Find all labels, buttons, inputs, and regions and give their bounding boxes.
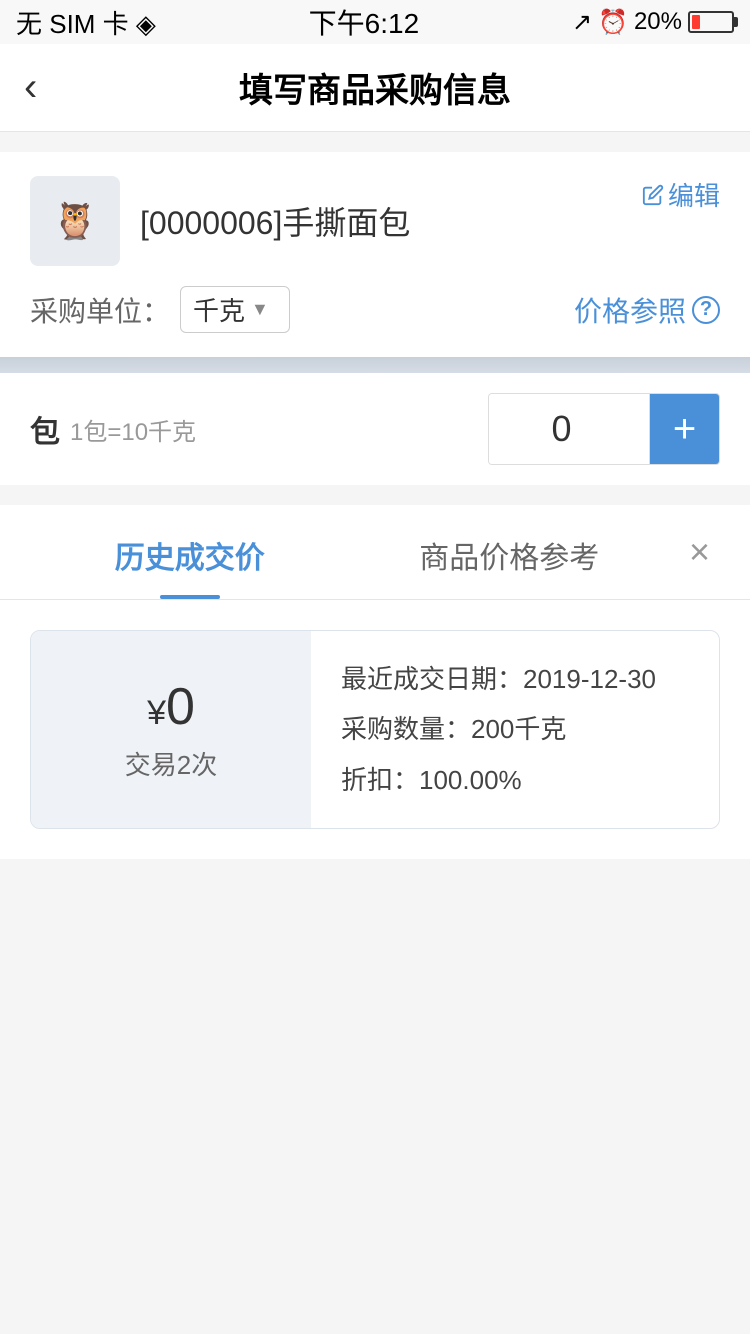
tab-header: 历史成交价 商品价格参考 × — [0, 505, 750, 600]
alarm-icon: ⏰ — [598, 8, 628, 37]
product-info-left: 🦉 [0000006]手撕面包 — [30, 176, 410, 266]
edit-icon — [642, 184, 664, 206]
price-ref-info-icon: ? — [692, 296, 720, 324]
purchase-qty-value: 200千克 — [471, 714, 566, 744]
unit-select[interactable]: 千克 ▼ — [180, 286, 290, 333]
edit-label: 编辑 — [668, 176, 720, 213]
deal-count: 交易2次 — [125, 745, 217, 782]
battery-icon — [688, 11, 734, 33]
deal-qty-row: 采购数量：200千克 — [341, 711, 689, 747]
product-card: 🦉 [0000006]手撕面包 编辑 采购单位： 千克 ▼ 价格参照 ? — [0, 152, 750, 357]
quantity-row: 包 1包=10千克 + — [0, 373, 750, 485]
price-ref-button[interactable]: 价格参照 ? — [574, 290, 720, 330]
plus-icon: + — [673, 407, 696, 452]
tab-price-reference[interactable]: 商品价格参考 — [349, 505, 668, 599]
unit-label: 采购单位： — [30, 290, 170, 330]
location-icon: ↗ — [572, 8, 592, 37]
currency-symbol: ¥ — [147, 694, 166, 732]
qty-input-wrap: + — [488, 393, 720, 465]
deal-card: ¥0 交易2次 最近成交日期：2019-12-30 采购数量：200千克 折扣：… — [30, 630, 720, 829]
unit-value: 千克 — [193, 291, 245, 328]
price-ref-label: 价格参照 — [574, 290, 686, 330]
qty-unit-note: 1包=10千克 — [70, 412, 488, 447]
close-icon: × — [689, 531, 710, 572]
dropdown-arrow-icon: ▼ — [251, 299, 269, 320]
deal-detail-section: 最近成交日期：2019-12-30 采购数量：200千克 折扣：100.00% — [311, 631, 719, 828]
deal-price-value: ¥0 — [147, 677, 195, 737]
recent-date-label: 最近成交日期： — [341, 664, 523, 694]
discount-value: 100.00% — [419, 765, 522, 795]
page-background — [0, 859, 750, 1259]
qty-unit-label: 包 — [30, 407, 60, 451]
qty-plus-button[interactable]: + — [649, 394, 719, 464]
product-icon-glyph: 🦉 — [53, 200, 98, 242]
history-content: ¥0 交易2次 最近成交日期：2019-12-30 采购数量：200千克 折扣：… — [0, 600, 750, 859]
status-time: 下午6:12 — [309, 2, 420, 42]
page-title: 填写商品采购信息 — [239, 63, 511, 112]
status-right: ↗ ⏰ 20% — [572, 8, 734, 37]
signal-text: 无 SIM 卡 ◈ — [16, 4, 156, 41]
tab-panel: 历史成交价 商品价格参考 × ¥0 交易2次 最近成交日期：2019-12-30… — [0, 505, 750, 859]
back-button[interactable]: ‹ — [24, 65, 37, 110]
price-number: 0 — [166, 678, 195, 736]
product-thumbnail: 🦉 — [30, 176, 120, 266]
status-bar: 无 SIM 卡 ◈ 下午6:12 ↗ ⏰ 20% — [0, 0, 750, 44]
deal-recent-date-row: 最近成交日期：2019-12-30 — [341, 661, 689, 697]
status-left: 无 SIM 卡 ◈ — [16, 4, 156, 41]
qty-input[interactable] — [489, 394, 649, 464]
tab-price-ref-label: 商品价格参考 — [419, 542, 599, 575]
product-unit-row: 采购单位： 千克 ▼ 价格参照 ? — [30, 286, 720, 333]
discount-label: 折扣： — [341, 765, 419, 795]
tab-history-price[interactable]: 历史成交价 — [30, 505, 349, 599]
nav-bar: ‹ 填写商品采购信息 — [0, 44, 750, 132]
purchase-qty-label: 采购数量： — [341, 714, 471, 744]
product-header: 🦉 [0000006]手撕面包 编辑 — [30, 176, 720, 266]
section-divider — [0, 357, 750, 373]
recent-date-value: 2019-12-30 — [523, 664, 656, 694]
deal-price-section: ¥0 交易2次 — [31, 631, 311, 828]
product-name: [0000006]手撕面包 — [140, 198, 410, 244]
tab-history-label: 历史成交价 — [115, 542, 265, 575]
edit-button[interactable]: 编辑 — [642, 176, 720, 213]
deal-discount-row: 折扣：100.00% — [341, 762, 689, 798]
battery-percent: 20% — [634, 8, 682, 36]
tab-close-button[interactable]: × — [679, 521, 720, 583]
